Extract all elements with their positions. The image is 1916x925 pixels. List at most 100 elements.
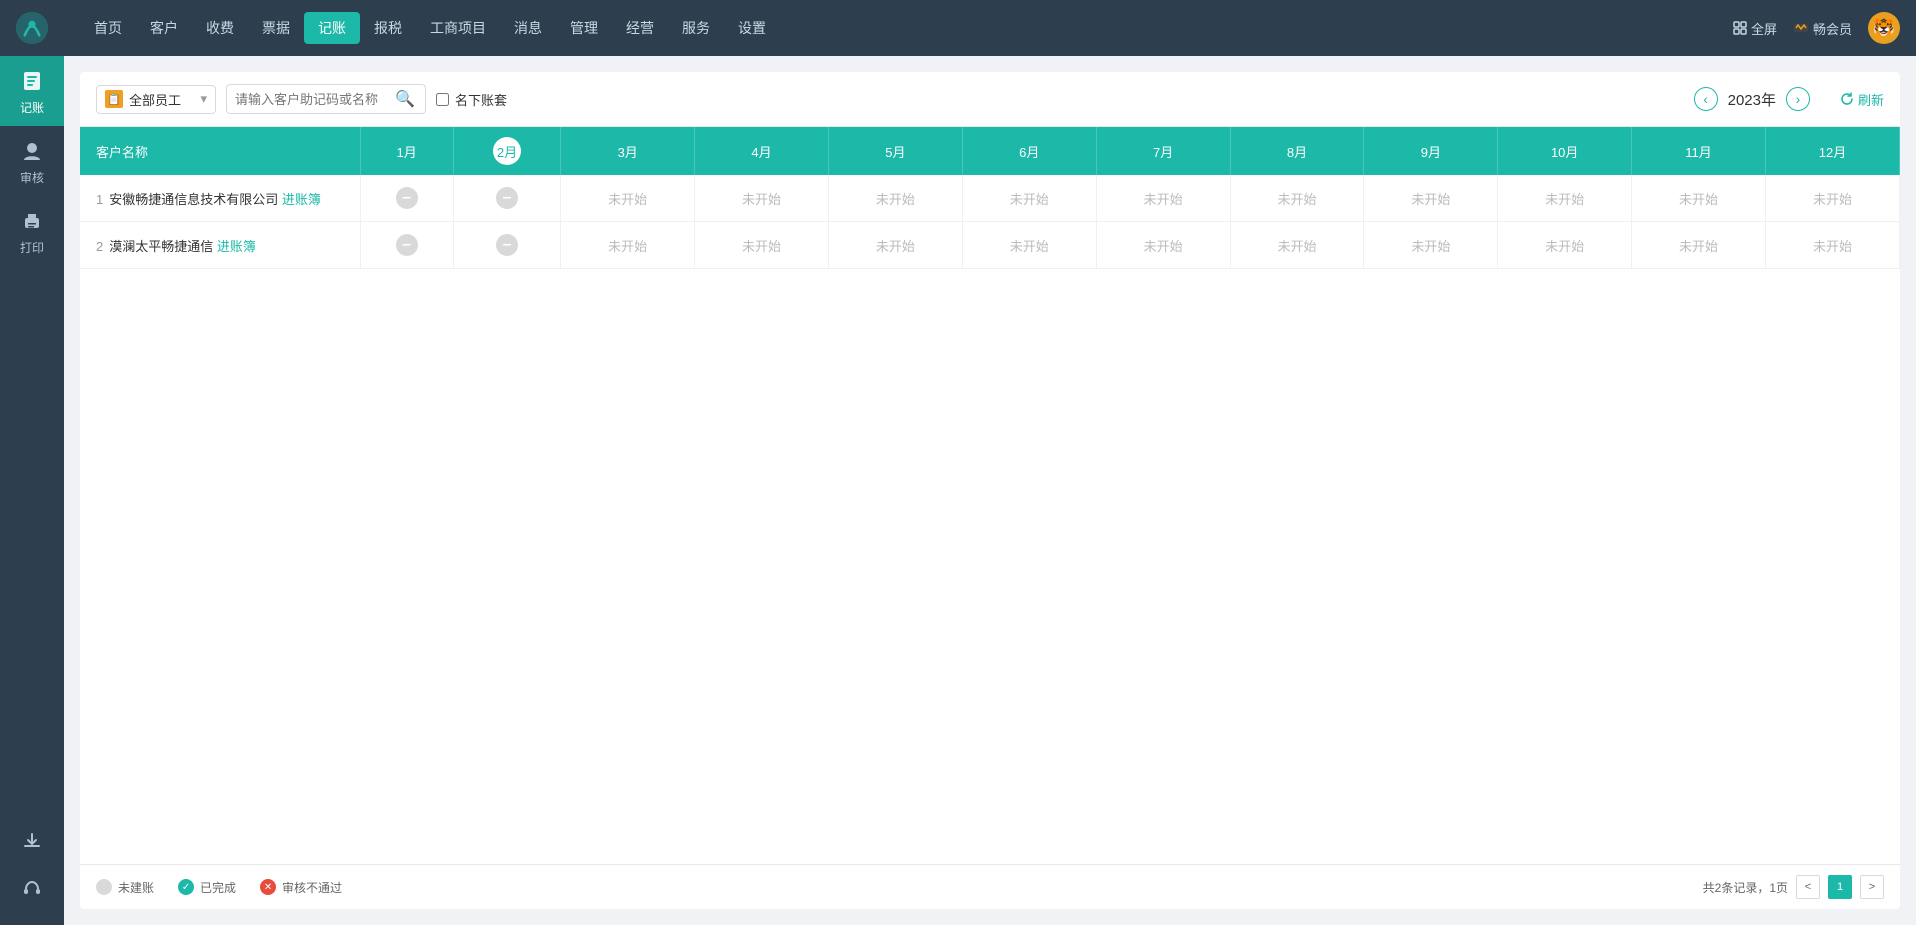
client-name: 安徽畅捷通信息技术有限公司 [109, 192, 278, 207]
td-mar: 未开始 [561, 222, 695, 269]
topnav-tax[interactable]: 报税 [360, 12, 416, 44]
th-apr: 4月 [695, 127, 829, 175]
status-not-started: 未开始 [1679, 239, 1718, 254]
status-not-started: 未开始 [1813, 192, 1852, 207]
sidebar-item-print-label: 打印 [20, 239, 44, 256]
content-card: 📋 全部员工 ▾ 🔍 名下账套 ‹ 2023年 › [80, 72, 1900, 909]
status-not-started: 未开始 [1679, 192, 1718, 207]
refresh-label: 刷新 [1858, 90, 1884, 109]
fullscreen-icon [1733, 21, 1747, 35]
td-mar: 未开始 [561, 175, 695, 222]
td-jul: 未开始 [1096, 222, 1230, 269]
prev-year-button[interactable]: ‹ [1694, 87, 1718, 111]
legend-completed-label: 已完成 [200, 879, 236, 896]
checkbox-label[interactable]: 名下账套 [436, 90, 507, 109]
refresh-button[interactable]: 刷新 [1840, 90, 1884, 109]
status-not-started: 未开始 [742, 192, 781, 207]
vip-btn[interactable]: 畅会员 [1793, 19, 1852, 38]
topnav-services[interactable]: 服务 [668, 12, 724, 44]
sidebar-bottom [12, 821, 52, 925]
td-nov: 未开始 [1632, 222, 1766, 269]
next-year-button[interactable]: › [1786, 87, 1810, 111]
status-dash: – [496, 234, 518, 256]
status-not-started: 未开始 [1545, 239, 1584, 254]
status-dash: – [396, 234, 418, 256]
status-not-started: 未开始 [1411, 239, 1450, 254]
bookkeeping-table: 客户名称 1月 2月 3月 4月 5月 6月 7月 8月 9月 [80, 127, 1900, 269]
status-not-started: 未开始 [1277, 239, 1316, 254]
fullscreen-label: 全屏 [1751, 19, 1777, 38]
fullscreen-btn[interactable]: 全屏 [1733, 19, 1777, 38]
refresh-icon [1840, 92, 1854, 106]
audit-icon [18, 137, 46, 165]
table-row: 2漠澜太平畅捷通信 进账簿––未开始未开始未开始未开始未开始未开始未开始未开始未… [80, 222, 1900, 269]
topnav-operations[interactable]: 经营 [612, 12, 668, 44]
topnav-business[interactable]: 工商项目 [416, 12, 500, 44]
next-page-btn[interactable]: > [1860, 875, 1884, 899]
enter-link[interactable]: 进账簿 [217, 239, 256, 254]
topnav-settings[interactable]: 设置 [724, 12, 780, 44]
th-jan: 1月 [360, 127, 453, 175]
enter-link[interactable]: 进账簿 [282, 192, 321, 207]
topnav-bookkeeping[interactable]: 记账 [304, 12, 360, 44]
user-avatar[interactable]: 🐯 [1868, 12, 1900, 44]
td-dec: 未开始 [1765, 175, 1899, 222]
status-not-started: 未开始 [876, 239, 915, 254]
search-input[interactable] [235, 92, 395, 107]
status-not-started: 未开始 [1144, 192, 1183, 207]
td-aug: 未开始 [1230, 175, 1364, 222]
td-oct: 未开始 [1498, 175, 1632, 222]
sidebar-item-audit[interactable]: 审核 [0, 126, 64, 196]
topnav-messages[interactable]: 消息 [500, 12, 556, 44]
td-jan: – [360, 175, 453, 222]
client-name: 漠澜太平畅捷通信 [109, 239, 213, 254]
td-may: 未开始 [828, 175, 962, 222]
sidebar-logo [0, 0, 64, 56]
th-jul: 7月 [1096, 127, 1230, 175]
sidebar-item-print[interactable]: 打印 [0, 196, 64, 266]
status-not-started: 未开始 [1545, 192, 1584, 207]
legend-rejected: ✕ 审核不通过 [260, 879, 342, 896]
th-aug: 8月 [1230, 127, 1364, 175]
my-accounts-checkbox[interactable] [436, 93, 449, 106]
sidebar-item-audit-label: 审核 [20, 169, 44, 186]
status-not-started: 未开始 [876, 192, 915, 207]
employee-select[interactable]: 📋 全部员工 ▾ [96, 85, 216, 114]
td-jan: – [360, 222, 453, 269]
chevron-down-icon: ▾ [200, 91, 207, 107]
topnav-management[interactable]: 管理 [556, 12, 612, 44]
bookkeeping-icon [18, 67, 46, 95]
employee-select-label: 全部员工 [129, 90, 181, 109]
td-nov: 未开始 [1632, 175, 1766, 222]
legend-dot-teal: ✓ [178, 879, 194, 895]
topnav: 首页 客户 收费 票据 记账 报税 工商项目 消息 管理 经营 服务 设置 全屏 [64, 0, 1916, 56]
topnav-home[interactable]: 首页 [80, 12, 136, 44]
legend-dot-gray [96, 879, 112, 895]
vip-icon [1793, 20, 1809, 36]
sidebar-headset-btn[interactable] [12, 869, 52, 909]
td-oct: 未开始 [1498, 222, 1632, 269]
table-row: 1安徽畅捷通信息技术有限公司 进账簿––未开始未开始未开始未开始未开始未开始未开… [80, 175, 1900, 222]
topnav-billing[interactable]: 收费 [192, 12, 248, 44]
sidebar-item-bookkeeping-label: 记账 [20, 99, 44, 116]
sidebar-download-btn[interactable] [12, 821, 52, 861]
th-may: 5月 [828, 127, 962, 175]
td-apr: 未开始 [695, 222, 829, 269]
legend-dot-red: ✕ [260, 879, 276, 895]
td-sep: 未开始 [1364, 175, 1498, 222]
legend-completed: ✓ 已完成 [178, 879, 236, 896]
prev-page-btn[interactable]: < [1796, 875, 1820, 899]
status-not-started: 未开始 [1010, 192, 1049, 207]
status-dash: – [496, 187, 518, 209]
sidebar: 记账 审核 打印 [0, 0, 64, 925]
status-not-started: 未开始 [1813, 239, 1852, 254]
search-button[interactable]: 🔍 [395, 89, 415, 109]
th-dec: 12月 [1765, 127, 1899, 175]
current-page-btn[interactable]: 1 [1828, 875, 1852, 899]
sidebar-item-bookkeeping[interactable]: 记账 [0, 56, 64, 126]
topnav-clients[interactable]: 客户 [136, 12, 192, 44]
topnav-invoices[interactable]: 票据 [248, 12, 304, 44]
status-not-started: 未开始 [742, 239, 781, 254]
th-oct: 10月 [1498, 127, 1632, 175]
td-apr: 未开始 [695, 175, 829, 222]
